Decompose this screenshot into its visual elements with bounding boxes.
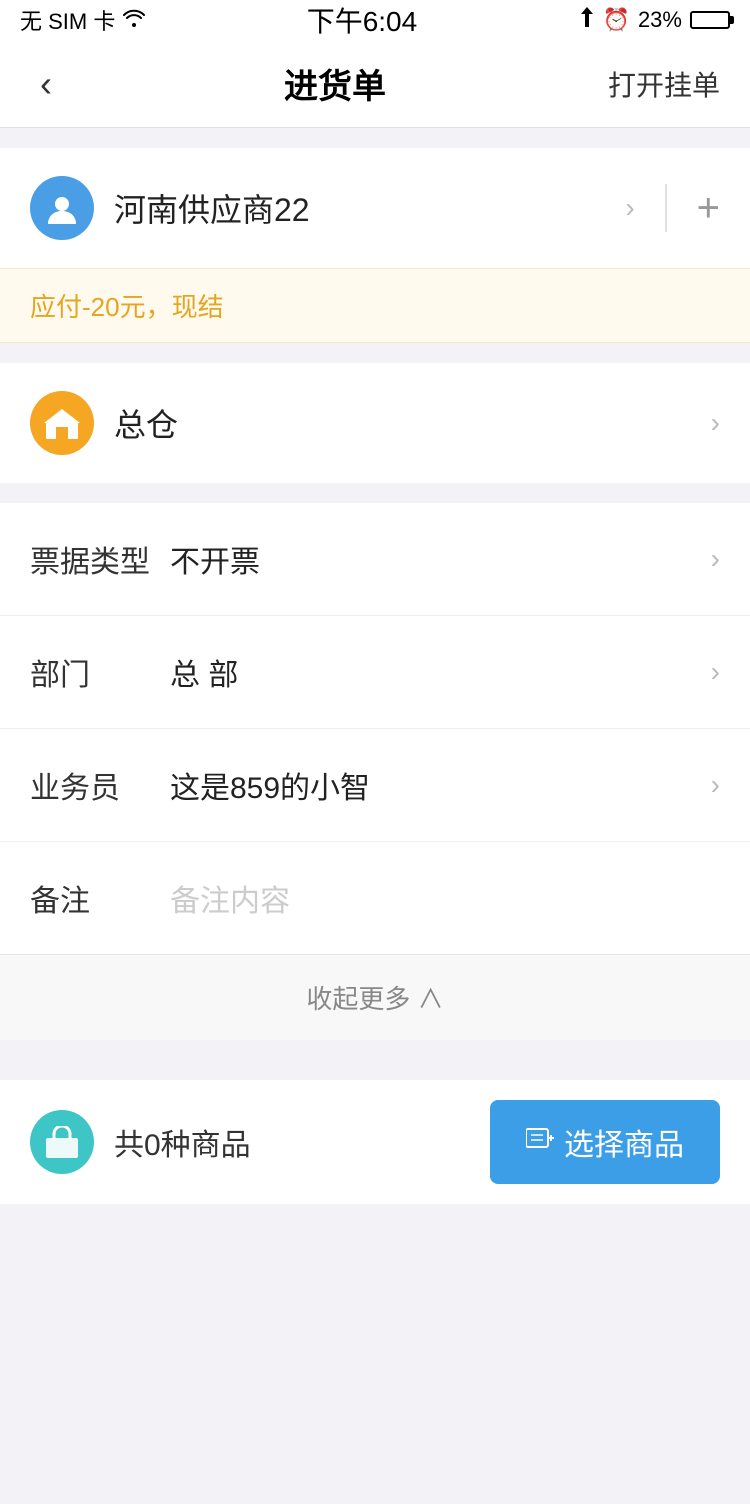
invoice-type-value: 不开票 [170, 537, 711, 581]
form-section: 票据类型 不开票 › 部门 总 部 › 业务员 这是859的小智 › 备注 备注… [0, 503, 750, 1040]
invoice-type-label: 票据类型 [30, 537, 170, 581]
alarm-icon: ⏰ [603, 7, 630, 33]
warning-text: 应付-20元，现结 [30, 292, 224, 322]
invoice-type-row[interactable]: 票据类型 不开票 › [0, 503, 750, 615]
wifi-icon [123, 7, 145, 33]
status-carrier: 无 SIM 卡 [20, 4, 145, 36]
status-time: 下午6:04 [307, 0, 418, 40]
dept-chevron-icon: › [711, 656, 720, 688]
dept-value: 总 部 [170, 650, 711, 694]
supplier-avatar [30, 176, 94, 240]
warehouse-row[interactable]: 总仓 › [0, 363, 750, 483]
battery-percent: 23% [638, 7, 682, 33]
status-bar: 无 SIM 卡 下午6:04 ⏰ 23% [0, 0, 750, 40]
supplier-divider [665, 184, 667, 232]
sales-row[interactable]: 业务员 这是859的小智 › [0, 728, 750, 841]
supplier-name: 河南供应商22 [114, 185, 625, 231]
warehouse-section: 总仓 › [0, 363, 750, 483]
remark-label: 备注 [30, 876, 170, 920]
add-supplier-button[interactable]: + [697, 186, 720, 231]
invoice-chevron-icon: › [711, 543, 720, 575]
warehouse-chevron-icon: › [711, 407, 720, 439]
open-pending-button[interactable]: 打开挂单 [608, 64, 720, 104]
nav-bar: ‹ 进货单 打开挂单 [0, 40, 750, 128]
section-gap-2 [0, 343, 750, 363]
sales-label: 业务员 [30, 763, 170, 807]
dept-row[interactable]: 部门 总 部 › [0, 615, 750, 728]
sales-chevron-icon: › [711, 769, 720, 801]
supplier-row[interactable]: 河南供应商22 › + [0, 148, 750, 268]
select-product-label: 选择商品 [564, 1120, 684, 1164]
page-title: 进货单 [284, 59, 386, 108]
warning-banner: 应付-20元，现结 [0, 268, 750, 343]
supplier-section: 河南供应商22 › + 应付-20元，现结 [0, 148, 750, 343]
dept-label: 部门 [30, 650, 170, 694]
section-gap-1 [0, 128, 750, 148]
section-gap-4 [0, 1040, 750, 1060]
back-button[interactable]: ‹ [30, 53, 62, 115]
select-product-icon [526, 1125, 554, 1159]
remark-input[interactable]: 备注内容 [170, 876, 720, 920]
status-right: ⏰ 23% [579, 7, 730, 33]
product-count: 共0种商品 [114, 1120, 490, 1164]
section-gap-3 [0, 483, 750, 503]
supplier-chevron-icon: › [625, 192, 634, 224]
warehouse-name: 总仓 [114, 400, 711, 446]
product-icon [30, 1110, 94, 1174]
warehouse-icon [30, 391, 94, 455]
remark-row[interactable]: 备注 备注内容 [0, 841, 750, 954]
background-fill [0, 1204, 750, 1504]
select-product-button[interactable]: 选择商品 [490, 1100, 720, 1184]
location-icon [579, 7, 595, 33]
battery-icon [690, 11, 730, 29]
collapse-button[interactable]: 收起更多 ∧ [0, 954, 750, 1040]
bottom-bar: 共0种商品 选择商品 [0, 1080, 750, 1204]
sales-value: 这是859的小智 [170, 763, 711, 807]
collapse-label: 收起更多 ∧ [306, 984, 443, 1014]
